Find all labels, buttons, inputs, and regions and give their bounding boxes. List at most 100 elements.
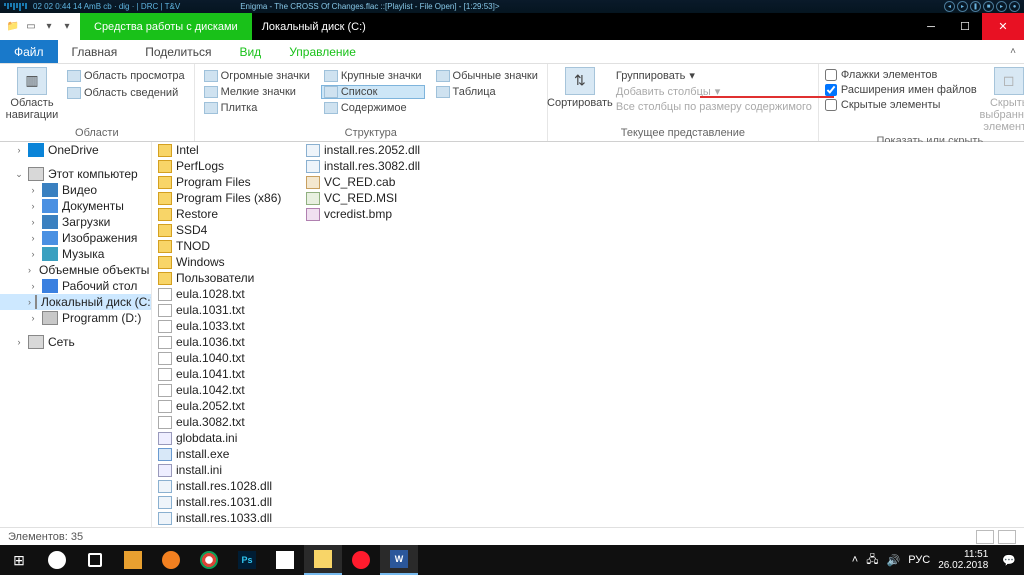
file-item[interactable]: eula.1041.txt [156, 366, 296, 382]
maximize-button[interactable]: ☐ [948, 13, 982, 40]
file-item[interactable]: install.res.1031.dll [156, 494, 296, 510]
file-list[interactable]: IntelPerfLogsProgram FilesProgram Files … [152, 142, 1024, 557]
tab-manage[interactable]: Управление [275, 40, 370, 63]
details-pane-toggle[interactable]: Область сведений [64, 86, 188, 100]
start-button[interactable]: ⊞ [0, 545, 38, 575]
details-view-icon[interactable] [976, 530, 994, 544]
qat-customize-icon[interactable]: ▾ [60, 20, 74, 34]
nav-desktop[interactable]: ›Рабочий стол [0, 278, 151, 294]
task-view-button[interactable] [76, 545, 114, 575]
system-tray[interactable]: ˄ 🖧 🔊 РУС 11:51 26.02.2018 💬 [844, 549, 1024, 571]
minimize-button[interactable]: ─ [914, 13, 948, 40]
taskbar-paint[interactable] [114, 545, 152, 575]
file-item[interactable]: eula.1033.txt [156, 318, 296, 334]
nav-documents[interactable]: ›Документы [0, 198, 151, 214]
file-item[interactable]: SSD4 [156, 222, 296, 238]
file-extensions-toggle[interactable]: Расширения имен файлов [825, 84, 977, 96]
file-item[interactable]: PerfLogs [156, 158, 296, 174]
taskbar-explorer[interactable] [304, 545, 342, 575]
stop-icon[interactable]: ■ [983, 1, 994, 12]
item-checkboxes-toggle[interactable]: Флажки элементов [825, 69, 977, 81]
navigation-pane-button[interactable]: ▥ Область навигации [6, 67, 58, 121]
nav-music[interactable]: ›Музыка [0, 246, 151, 262]
taskbar[interactable]: ⊞ Ps W ˄ 🖧 🔊 РУС 11:51 26.02.2018 💬 [0, 545, 1024, 575]
file-item[interactable]: Intel [156, 142, 296, 158]
next-icon[interactable]: ▸ [996, 1, 1007, 12]
tray-language[interactable]: РУС [908, 554, 930, 566]
file-item[interactable]: install.exe [156, 446, 296, 462]
layout-tiles[interactable]: Плитка [201, 101, 313, 115]
layout-large[interactable]: Крупные значки [321, 69, 425, 83]
file-item[interactable]: eula.1042.txt [156, 382, 296, 398]
taskbar-word[interactable]: W [380, 545, 418, 575]
taskbar-search[interactable] [38, 545, 76, 575]
file-item[interactable]: Program Files [156, 174, 296, 190]
file-item[interactable]: VC_RED.cab [304, 174, 444, 190]
file-item[interactable]: eula.3082.txt [156, 414, 296, 430]
play-icon[interactable]: ▸ [957, 1, 968, 12]
layout-small[interactable]: Мелкие значки [201, 85, 313, 99]
file-item[interactable]: vcredist.bmp [304, 206, 444, 222]
taskbar-chrome[interactable] [190, 545, 228, 575]
layout-medium[interactable]: Обычные значки [433, 69, 541, 83]
action-center-icon[interactable]: 💬 [1002, 554, 1016, 567]
nav-video[interactable]: ›Видео [0, 182, 151, 198]
hidden-items-toggle[interactable]: Скрытые элементы [825, 99, 977, 111]
file-item[interactable]: VC_RED.MSI [304, 190, 444, 206]
layout-content[interactable]: Содержимое [321, 101, 425, 115]
tab-file[interactable]: Файл [0, 40, 58, 63]
file-name: eula.1033.txt [176, 319, 245, 333]
file-item[interactable]: TNOD [156, 238, 296, 254]
file-item[interactable]: globdata.ini [156, 430, 296, 446]
file-item[interactable]: Пользователи [156, 270, 296, 286]
file-item[interactable]: Restore [156, 206, 296, 222]
close-button[interactable]: ✕ [982, 13, 1024, 40]
file-item[interactable]: eula.1031.txt [156, 302, 296, 318]
media-player-bar[interactable]: 02 02 0:44 14 AmB cb · dig · | DRC | T&V… [0, 0, 1024, 13]
taskbar-photoshop[interactable]: Ps [228, 545, 266, 575]
layout-huge[interactable]: Огромные значки [201, 69, 313, 83]
taskbar-opera[interactable] [342, 545, 380, 575]
rec-icon[interactable]: ● [1009, 1, 1020, 12]
file-item[interactable]: eula.1036.txt [156, 334, 296, 350]
nav-3d-objects[interactable]: ›Объемные объекты [0, 262, 151, 278]
tab-share[interactable]: Поделиться [131, 40, 225, 63]
file-item[interactable]: Program Files (x86) [156, 190, 296, 206]
nav-pictures[interactable]: ›Изображения [0, 230, 151, 246]
preview-pane-toggle[interactable]: Область просмотра [64, 69, 188, 83]
tab-view[interactable]: Вид [225, 40, 275, 63]
nav-network[interactable]: ›Сеть [0, 334, 151, 350]
properties-icon[interactable]: ▭ [24, 20, 38, 34]
file-item[interactable]: install.res.2052.dll [304, 142, 444, 158]
layout-list[interactable]: Список [321, 85, 425, 99]
tray-chevron-icon[interactable]: ˄ [852, 554, 858, 566]
pause-icon[interactable]: ❚ [970, 1, 981, 12]
tab-home[interactable]: Главная [58, 40, 132, 63]
navigation-tree[interactable]: ›OneDrive ⌄Этот компьютер ›Видео ›Докуме… [0, 142, 152, 557]
nav-disk-d[interactable]: ›Programm (D:) [0, 310, 151, 326]
file-item[interactable]: eula.1028.txt [156, 286, 296, 302]
tray-volume-icon[interactable]: 🔊 [887, 554, 901, 567]
file-item[interactable]: eula.1040.txt [156, 350, 296, 366]
file-item[interactable]: install.res.1033.dll [156, 510, 296, 526]
new-folder-icon[interactable]: ▾ [42, 20, 56, 34]
nav-onedrive[interactable]: ›OneDrive [0, 142, 151, 158]
file-item[interactable]: install.res.1028.dll [156, 478, 296, 494]
nav-disk-c[interactable]: ›Локальный диск (C:) [0, 294, 151, 310]
large-icons-view-icon[interactable] [998, 530, 1016, 544]
sort-button[interactable]: ⇅Сортировать [554, 67, 606, 109]
file-item[interactable]: Windows [156, 254, 296, 270]
file-item[interactable]: eula.2052.txt [156, 398, 296, 414]
prev-icon[interactable]: ◂ [944, 1, 955, 12]
layout-table[interactable]: Таблица [433, 85, 541, 99]
taskbar-clock[interactable]: 11:51 26.02.2018 [938, 549, 994, 571]
taskbar-aimp[interactable] [152, 545, 190, 575]
taskbar-store[interactable] [266, 545, 304, 575]
nav-this-pc[interactable]: ⌄Этот компьютер [0, 166, 151, 182]
ribbon-collapse-icon[interactable]: ˄ [1002, 40, 1024, 63]
file-item[interactable]: install.res.3082.dll [304, 158, 444, 174]
group-by-button[interactable]: Группировать ▾ [612, 69, 812, 82]
tray-network-icon[interactable]: 🖧 [866, 551, 878, 570]
nav-downloads[interactable]: ›Загрузки [0, 214, 151, 230]
file-item[interactable]: install.ini [156, 462, 296, 478]
